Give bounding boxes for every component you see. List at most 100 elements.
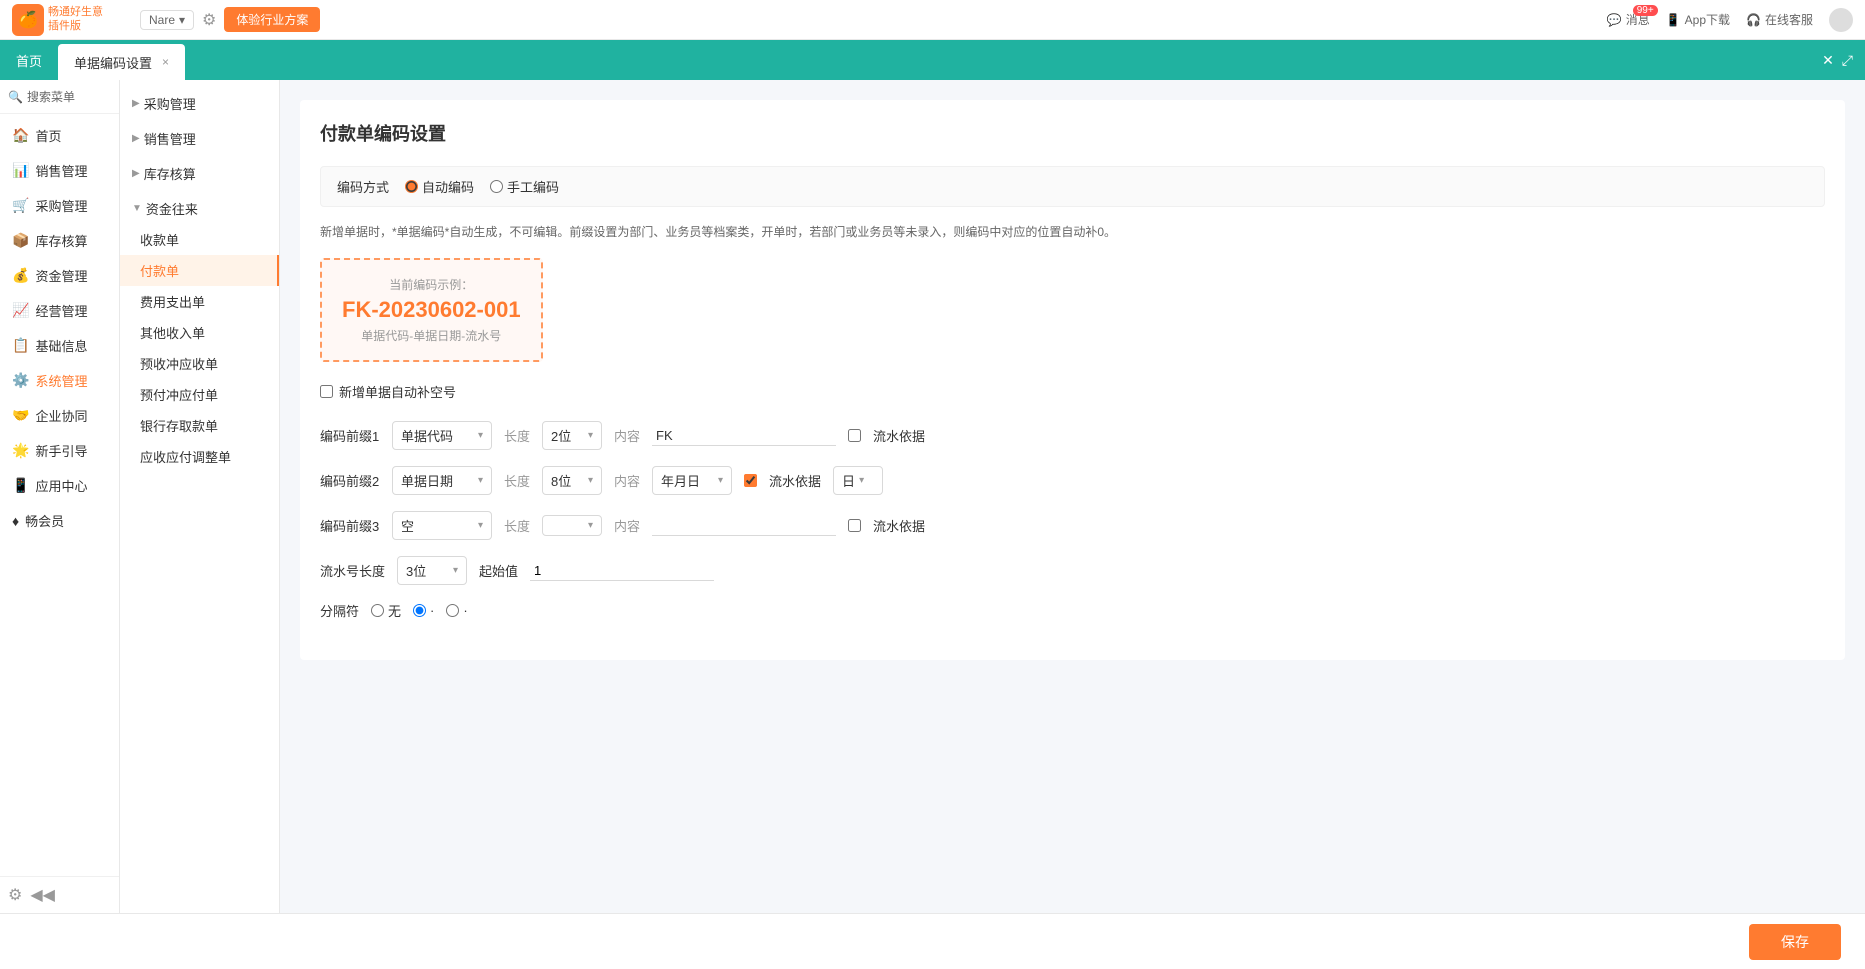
online-service-button[interactable]: 🎧 在线客服 xyxy=(1746,11,1813,28)
day-select[interactable]: 日 ▾ xyxy=(833,466,883,495)
chevron-down-icon: ▾ xyxy=(179,13,185,27)
fullscreen-icon[interactable]: ⤢ xyxy=(1842,52,1853,69)
section-finance-header[interactable]: ▼ 资金往来 xyxy=(120,193,279,224)
chevron-down-icon: ▾ xyxy=(478,475,483,486)
search-icon: 🔍 xyxy=(8,90,23,104)
prefix-row-3: 编码前缀3 空 ▾ 长度 ▾ 内容 流水依据 xyxy=(320,511,1825,540)
sales-icon: 📊 xyxy=(12,162,29,179)
preview-box: 当前编码示例： FK-20230602-001 单据代码-单据日期-流水号 xyxy=(320,258,543,362)
serial-length-select[interactable]: 3位 ▾ xyxy=(397,556,467,585)
sidebar-item-advance-receivable[interactable]: 预收冲应收单 xyxy=(120,348,279,379)
chevron-down-icon: ▾ xyxy=(718,475,723,486)
sidebar-item-advance-payable[interactable]: 预付冲应付单 xyxy=(120,379,279,410)
sidebar-item-member[interactable]: ♦ 畅会员 xyxy=(0,503,119,538)
serial-basis3-checkbox[interactable] xyxy=(848,519,861,532)
sidebar-item-receipt[interactable]: 收款单 xyxy=(120,224,279,255)
serial-length-label: 流水号长度 xyxy=(320,561,385,580)
tab-encoding-settings[interactable]: 单据编码设置 × xyxy=(58,44,185,80)
guide-icon: 🌟 xyxy=(12,442,29,459)
encode-method-radio-group: 自动编码 手工编码 xyxy=(405,177,559,196)
manual-encode-option[interactable]: 手工编码 xyxy=(490,177,559,196)
sidebar-item-bank[interactable]: 银行存取款单 xyxy=(120,410,279,441)
business-icon: 📈 xyxy=(12,302,29,319)
bottom-gear-icon[interactable]: ⚙ xyxy=(8,885,22,905)
system-icon: ⚙️ xyxy=(12,372,29,389)
logo: 🍊 畅通好生意 插件版 xyxy=(12,4,132,36)
auto-fill-label: 新增单据自动补空号 xyxy=(339,382,456,401)
serial-basis1-checkbox[interactable] xyxy=(848,429,861,442)
sidebar-item-basics[interactable]: 📋 基础信息 xyxy=(0,328,119,363)
content1-input[interactable] xyxy=(652,426,836,446)
sidebar-item-apps[interactable]: 📱 应用中心 xyxy=(0,468,119,503)
inventory-icon: 📦 xyxy=(12,232,29,249)
messages-button[interactable]: 💬 消息 99+ xyxy=(1607,11,1650,28)
logo-text: 畅通好生意 插件版 xyxy=(48,6,103,32)
sidebar-item-enterprise[interactable]: 🤝 企业协同 xyxy=(0,398,119,433)
separator-label: 分隔符 xyxy=(320,601,359,620)
content3-input[interactable] xyxy=(652,516,836,536)
section-inventory-header[interactable]: ▶ 库存核算 xyxy=(120,158,279,189)
sep-dot2-radio[interactable] xyxy=(446,604,459,617)
secondary-sidebar: ▶ 采购管理 ▶ 销售管理 ▶ 库存核算 ▼ 资金往来 收款单 付款单 费用支出… xyxy=(120,80,280,913)
section-purchase-header[interactable]: ▶ 采购管理 xyxy=(120,88,279,119)
manual-encode-radio[interactable] xyxy=(490,180,503,193)
sep-dot-radio[interactable] xyxy=(413,604,426,617)
sidebar-item-sales[interactable]: 📊 销售管理 xyxy=(0,153,119,188)
auto-fill-checkbox[interactable] xyxy=(320,385,333,398)
top-bar: 🍊 畅通好生意 插件版 Nare ▾ ⚙ 体验行业方案 💬 消息 99+ 📱 A… xyxy=(0,0,1865,40)
headset-icon: 🎧 xyxy=(1746,13,1761,27)
sep-none-radio[interactable] xyxy=(371,604,384,617)
tab-home[interactable]: 首页 xyxy=(0,40,58,80)
sidebar-item-expense[interactable]: 费用支出单 xyxy=(120,286,279,317)
prefix1-select[interactable]: 单据代码 ▾ xyxy=(392,421,492,450)
logo-icon: 🍊 xyxy=(12,4,44,36)
sep-dot-option[interactable]: · xyxy=(413,603,434,618)
length2-select[interactable]: 8位 ▾ xyxy=(542,466,602,495)
section-finance: ▼ 资金往来 收款单 付款单 费用支出单 其他收入单 预收冲应收单 预付冲应付单… xyxy=(120,193,279,472)
content2-select[interactable]: 年月日 ▾ xyxy=(652,466,732,495)
sidebar-item-system[interactable]: ⚙️ 系统管理 xyxy=(0,363,119,398)
preview-label: 当前编码示例： xyxy=(342,276,521,293)
sidebar-item-business[interactable]: 📈 经营管理 xyxy=(0,293,119,328)
avatar[interactable] xyxy=(1829,8,1853,32)
prefix2-select[interactable]: 单据日期 ▾ xyxy=(392,466,492,495)
try-button[interactable]: 体验行业方案 xyxy=(224,7,320,32)
settings-icon[interactable]: ⚙ xyxy=(202,10,216,30)
app-download-button[interactable]: 📱 App下载 xyxy=(1666,11,1730,28)
sidebar-item-home[interactable]: 🏠 首页 xyxy=(0,118,119,153)
search-menu-button[interactable]: 🔍 搜索菜单 xyxy=(0,80,119,114)
section-sales-header[interactable]: ▶ 销售管理 xyxy=(120,123,279,154)
sidebar-item-purchase[interactable]: 🛒 采购管理 xyxy=(0,188,119,223)
tab-close-icon[interactable]: × xyxy=(162,55,169,69)
sidebar-item-other-income[interactable]: 其他收入单 xyxy=(120,317,279,348)
sidebar-item-adjustment[interactable]: 应收应付调整单 xyxy=(120,441,279,472)
encode-method-row: 编码方式 自动编码 手工编码 xyxy=(320,166,1825,207)
sep-dot2-option[interactable]: · xyxy=(446,603,467,618)
collapse-icon[interactable]: ◀◀ xyxy=(30,885,55,905)
left-nav-bottom: ⚙ ◀◀ xyxy=(0,876,119,913)
length3-label: 长度 xyxy=(504,516,530,535)
company-dropdown[interactable]: Nare ▾ xyxy=(140,10,194,30)
prefix3-select[interactable]: 空 ▾ xyxy=(392,511,492,540)
sidebar-item-inventory[interactable]: 📦 库存核算 xyxy=(0,223,119,258)
chevron-down-icon: ▾ xyxy=(588,430,593,441)
encode-method-label: 编码方式 xyxy=(337,177,389,196)
notice-text: 新增单据时，*单据编码*自动生成，不可编辑。前缀设置为部门、业务员等档案类，开单… xyxy=(320,223,1825,242)
length1-select[interactable]: 2位 ▾ xyxy=(542,421,602,450)
sep-none-option[interactable]: 无 xyxy=(371,601,401,620)
length1-label: 长度 xyxy=(504,426,530,445)
prefix-row-1: 编码前缀1 单据代码 ▾ 长度 2位 ▾ 内容 流水依据 xyxy=(320,421,1825,450)
length3-select[interactable]: ▾ xyxy=(542,515,602,536)
chevron-right-icon: ▶ xyxy=(132,168,140,179)
finance-icon: 💰 xyxy=(12,267,29,284)
start-value-input[interactable] xyxy=(530,561,714,581)
sidebar-item-finance[interactable]: 💰 资金管理 xyxy=(0,258,119,293)
auto-encode-option[interactable]: 自动编码 xyxy=(405,177,474,196)
close-window-icon[interactable]: ✕ xyxy=(1822,52,1834,69)
serial-basis2-checkbox[interactable] xyxy=(744,474,757,487)
sidebar-item-payment[interactable]: 付款单 xyxy=(120,255,279,286)
auto-encode-radio[interactable] xyxy=(405,180,418,193)
sidebar-item-guide[interactable]: 🌟 新手引导 xyxy=(0,433,119,468)
save-button[interactable]: 保存 xyxy=(1749,924,1841,960)
chevron-down-icon: ▾ xyxy=(453,565,458,576)
